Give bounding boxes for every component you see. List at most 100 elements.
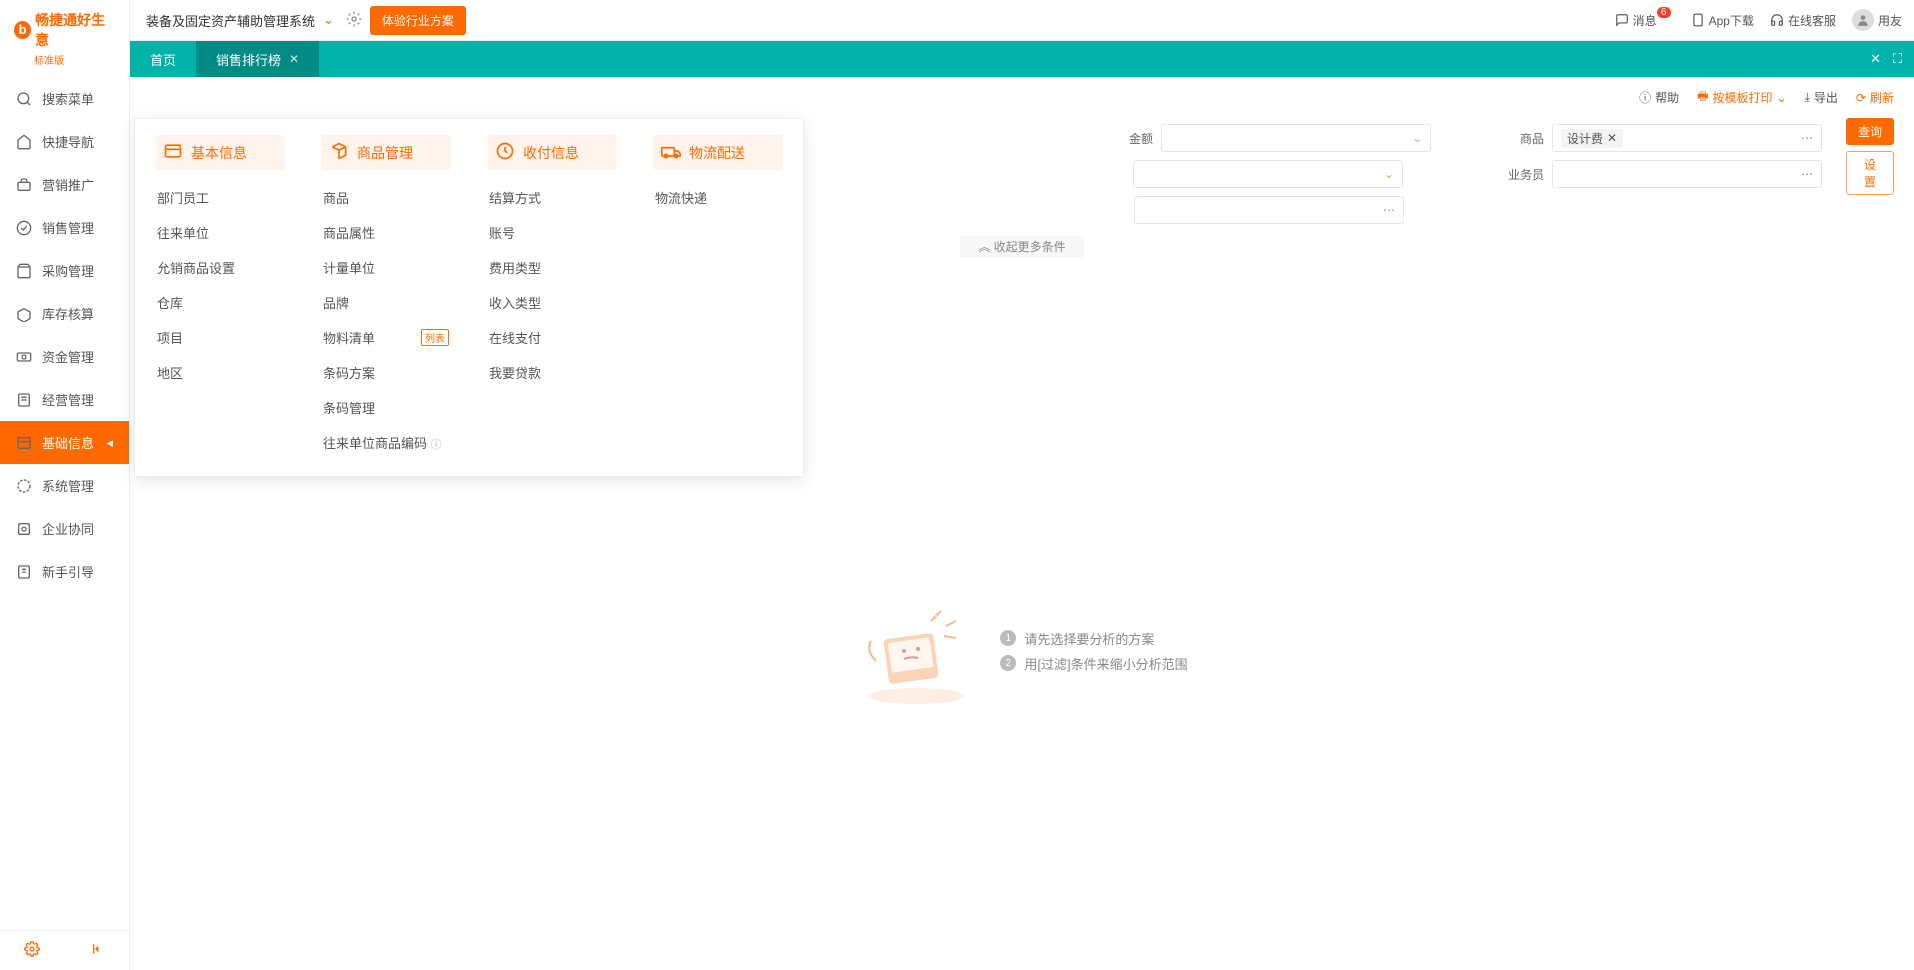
chevron-left-icon: ◂	[106, 435, 113, 451]
mega-item-允销商品设置[interactable]: 允销商品设置	[155, 250, 285, 285]
mega-head: 基本信息	[155, 135, 285, 170]
salesperson-input[interactable]: ⋯	[1552, 160, 1822, 188]
mega-head-icon	[163, 141, 183, 164]
mega-item-往来单位商品编码[interactable]: 往来单位商品编码 ⓘ	[321, 425, 451, 460]
tab-label: 首页	[150, 50, 176, 69]
sidebar-item-basic-info[interactable]: 基础信息◂	[0, 421, 129, 464]
help-icon[interactable]: ⓘ	[431, 439, 442, 451]
product-chip[interactable]: 设计费 ✕	[1561, 129, 1623, 148]
mega-item-收入类型[interactable]: 收入类型	[487, 285, 617, 320]
mega-item-条码管理[interactable]: 条码管理	[321, 390, 451, 425]
mega-item-往来单位[interactable]: 往来单位	[155, 215, 285, 250]
mega-col-3: 物流配送物流快递	[653, 135, 783, 460]
mega-col-2: 收付信息结算方式 账号 费用类型 收入类型 在线支付 我要贷款	[487, 135, 617, 460]
marketing-icon	[16, 177, 32, 193]
collab-icon	[16, 521, 32, 537]
inventory-icon	[16, 306, 32, 322]
tabbar: 首页 销售排行榜✕ ✕ ⛶	[130, 41, 1914, 77]
search-menu-icon	[16, 91, 32, 107]
mega-head-icon	[329, 141, 349, 164]
mega-item-账号[interactable]: 账号	[487, 215, 617, 250]
sidebar-item-system[interactable]: 系统管理	[0, 464, 129, 507]
refresh-button[interactable]: ⟳ 刷新	[1856, 89, 1894, 106]
message-badge: 6	[1657, 7, 1671, 18]
mega-item-物流快递[interactable]: 物流快递	[653, 180, 783, 215]
mega-item-结算方式[interactable]: 结算方式	[487, 180, 617, 215]
extra-input[interactable]: ⋯	[1134, 196, 1404, 224]
print-button[interactable]: 🖶 按模板打印 ⌄	[1697, 87, 1786, 108]
mega-head: 商品管理	[321, 135, 451, 170]
empty-illustration	[856, 596, 976, 706]
mega-item-仓库[interactable]: 仓库	[155, 285, 285, 320]
empty-step-1: 请先选择要分析的方案	[1024, 629, 1154, 648]
sidebar-item-quicknav[interactable]: 快捷导航	[0, 120, 129, 163]
mega-item-在线支付[interactable]: 在线支付	[487, 320, 617, 355]
amount-select[interactable]: ⌄	[1161, 124, 1431, 152]
mega-head-icon	[495, 141, 515, 164]
mega-item-部门员工[interactable]: 部门员工	[155, 180, 285, 215]
quicknav-icon	[16, 134, 32, 150]
help-button[interactable]: ⓘ 帮助	[1639, 89, 1679, 106]
close-all-icon[interactable]: ✕	[1870, 51, 1881, 67]
mega-head-icon	[661, 141, 681, 164]
mega-item-物料清单[interactable]: 物料清单 列表	[321, 320, 451, 355]
user-menu[interactable]: 用友	[1852, 9, 1902, 31]
message-button[interactable]: 消息 6	[1615, 12, 1675, 29]
sidebar-item-search-menu[interactable]: 搜索菜单	[0, 77, 129, 120]
sidebar-item-label: 库存核算	[42, 304, 94, 323]
tab-销售排行榜[interactable]: 销售排行榜✕	[196, 41, 319, 77]
filter-label-amount: 金额	[1105, 130, 1153, 147]
mega-item-条码方案[interactable]: 条码方案	[321, 355, 451, 390]
close-icon[interactable]: ✕	[289, 52, 299, 66]
sidebar-item-label: 企业协同	[42, 519, 94, 538]
filter-label-product: 商品	[1496, 130, 1544, 147]
sidebar-item-business[interactable]: 经营管理	[0, 378, 129, 421]
list-tag: 列表	[421, 329, 449, 346]
settings-icon[interactable]	[346, 11, 362, 30]
app-download-button[interactable]: App下载	[1691, 12, 1754, 29]
gear-icon[interactable]	[0, 931, 65, 970]
sidebar-item-label: 经营管理	[42, 390, 94, 409]
collapse-icon[interactable]	[65, 931, 130, 970]
tab-首页[interactable]: 首页	[130, 41, 196, 77]
export-button[interactable]: ⤓ 导出	[1805, 89, 1838, 106]
mega-item-项目[interactable]: 项目	[155, 320, 285, 355]
mega-item-商品[interactable]: 商品	[321, 180, 451, 215]
download-label: App下载	[1709, 12, 1754, 29]
workspace-selector[interactable]: 装备及固定资产辅助管理系统 ⌄	[142, 7, 338, 34]
sidebar-item-funds[interactable]: 资金管理	[0, 335, 129, 378]
avatar-icon	[1852, 9, 1874, 31]
mega-item-品牌[interactable]: 品牌	[321, 285, 451, 320]
sidebar-item-collab[interactable]: 企业协同	[0, 507, 129, 550]
fullscreen-icon[interactable]: ⛶	[1893, 51, 1902, 67]
filters: 基本信息部门员工 往来单位 允销商品设置 仓库 项目 地区 商品管理商品 商品属…	[134, 118, 1910, 232]
logo-text: 畅捷通好生意	[35, 10, 115, 50]
sidebar-item-guide[interactable]: 新手引导	[0, 550, 129, 593]
system-icon	[16, 478, 32, 494]
product-input[interactable]: 设计费 ✕ ⋯	[1552, 124, 1822, 152]
workspace-name: 装备及固定资产辅助管理系统	[146, 11, 315, 30]
query-button[interactable]: 查询	[1846, 118, 1894, 145]
sidebar-item-purchase[interactable]: 采购管理	[0, 249, 129, 292]
blank-select[interactable]: ⌄	[1133, 160, 1403, 188]
mega-item-地区[interactable]: 地区	[155, 355, 285, 390]
chevron-down-icon: ⌄	[323, 12, 334, 28]
mega-item-我要贷款[interactable]: 我要贷款	[487, 355, 617, 390]
mega-item-费用类型[interactable]: 费用类型	[487, 250, 617, 285]
user-name: 用友	[1878, 12, 1902, 29]
mega-item-计量单位[interactable]: 计量单位	[321, 250, 451, 285]
online-service-button[interactable]: 在线客服	[1770, 12, 1836, 29]
topbar: 装备及固定资产辅助管理系统 ⌄ 体验行业方案 消息 6 App下载	[130, 0, 1914, 41]
industry-plan-button[interactable]: 体验行业方案	[370, 6, 466, 35]
service-label: 在线客服	[1788, 12, 1836, 29]
sidebar-item-marketing[interactable]: 营销推广	[0, 163, 129, 206]
settings-button[interactable]: 设置	[1846, 151, 1894, 195]
sidebar-bottom	[0, 930, 129, 970]
actions-row: ⓘ 帮助 🖶 按模板打印 ⌄ ⤓ 导出 ⟳ 刷新	[134, 77, 1910, 118]
purchase-icon	[16, 263, 32, 279]
sidebar-item-label: 系统管理	[42, 476, 94, 495]
sidebar-item-sales[interactable]: 销售管理	[0, 206, 129, 249]
sidebar-item-inventory[interactable]: 库存核算	[0, 292, 129, 335]
funds-icon	[16, 349, 32, 365]
mega-item-商品属性[interactable]: 商品属性	[321, 215, 451, 250]
